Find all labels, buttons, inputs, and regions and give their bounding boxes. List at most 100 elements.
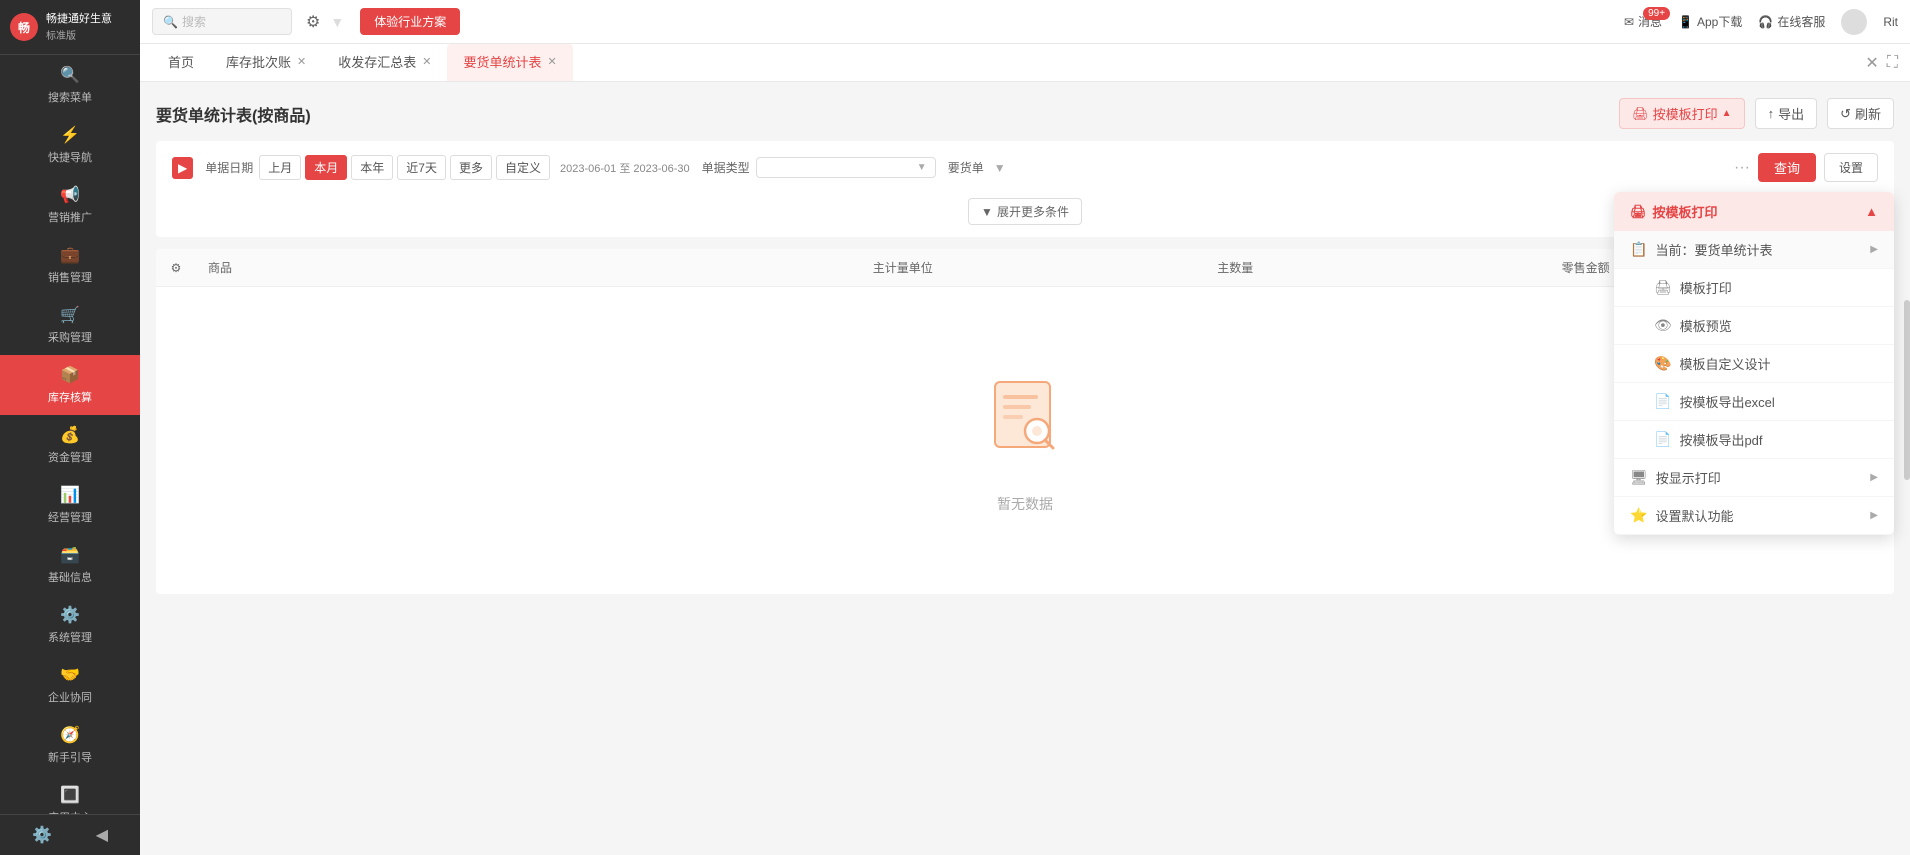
sidebar-item-search[interactable]: 🔍 搜索菜单: [0, 55, 140, 115]
sidebar-bottom: ⚙️ ◀: [0, 814, 140, 855]
sidebar-item-operations[interactable]: 📊 经营管理: [0, 475, 140, 535]
sidebar-nav: 🔍 搜索菜单 ⚡ 快捷导航 📢 营销推广 💼 销售管理 🛒 采购管理 📦 库存核…: [0, 55, 140, 814]
dropdown-item-template-pdf[interactable]: 📄 按模板导出pdf: [1614, 421, 1894, 459]
dropdown-header: 🖨 按模板打印 ▲: [1614, 192, 1894, 231]
sidebar-item-inventory[interactable]: 📦 库存核算: [0, 355, 140, 415]
service-button[interactable]: 🎧 在线客服: [1758, 13, 1825, 30]
sidebar-item-guide[interactable]: 🧭 新手引导: [0, 715, 140, 775]
item-label: 按模板导出pdf: [1679, 430, 1762, 449]
sidebar-item-system[interactable]: ⚙️ 系统管理: [0, 595, 140, 655]
sidebar-item-marketing[interactable]: 📢 营销推广: [0, 175, 140, 235]
eye-icon: 👁: [1654, 317, 1672, 334]
username-label: Rit: [1883, 15, 1898, 29]
message-button[interactable]: ✉ 消息 99+: [1624, 13, 1662, 30]
sidebar-item-purchase[interactable]: 🛒 采购管理: [0, 295, 140, 355]
date-filter: 单据日期 上月 本月 本年 近7天 更多 自定义 2023-06-01 至 20…: [205, 155, 689, 180]
col-settings[interactable]: ⚙: [156, 261, 196, 275]
date-range-text: 2023-06-01 至 2023-06-30: [560, 160, 690, 176]
app-label: App下载: [1697, 13, 1742, 30]
tab-close-receive-summary[interactable]: ✕: [422, 55, 431, 68]
sidebar-item-label: 快捷导航: [48, 149, 92, 165]
sidebar-item-finance[interactable]: 💰 资金管理: [0, 415, 140, 475]
design-icon: 🎨: [1654, 355, 1671, 372]
dropdown-collapse-icon[interactable]: ▲: [1865, 204, 1878, 219]
trial-button[interactable]: 体验行业方案: [360, 8, 460, 35]
item-label: 模板打印: [1680, 278, 1732, 297]
date-label: 单据日期: [205, 159, 253, 176]
tab-receive-summary[interactable]: 收发存汇总表 ✕: [322, 44, 447, 81]
sidebar-item-label: 经营管理: [48, 509, 92, 525]
app-download-button[interactable]: 📱 App下载: [1678, 13, 1742, 30]
sidebar-item-shortcut[interactable]: ⚡ 快捷导航: [0, 115, 140, 175]
date-btn-more[interactable]: 更多: [450, 155, 492, 180]
chevron-right-icon: ▶: [1870, 472, 1878, 483]
dropdown-item-display-print[interactable]: 🖥 按显示打印 ▶: [1614, 459, 1894, 497]
tab-order-stats[interactable]: 要货单统计表 ✕: [447, 44, 572, 81]
topbar-search[interactable]: 🔍 搜索: [152, 8, 292, 35]
sidebar-item-label: 销售管理: [48, 269, 92, 285]
sidebar-item-apps[interactable]: 🔳 应用中心: [0, 775, 140, 814]
date-btn-7days[interactable]: 近7天: [397, 155, 446, 180]
column-settings-icon[interactable]: ⚙: [171, 261, 182, 275]
empty-text: 暂无数据: [997, 494, 1053, 514]
message-badge: 99+: [1643, 7, 1670, 20]
sidebar-item-basic[interactable]: 🗃️ 基础信息: [0, 535, 140, 595]
filter-expand-arrow[interactable]: ▶: [172, 157, 193, 179]
apps-icon: 🔳: [60, 785, 80, 805]
date-btn-prev[interactable]: 上月: [259, 155, 301, 180]
refresh-label: 刷新: [1855, 104, 1881, 123]
date-btn-custom[interactable]: 自定义: [496, 155, 550, 180]
category-filter: 要货单 ▼: [948, 159, 1006, 176]
logo-sub: 标准版: [46, 27, 112, 42]
sidebar-item-collab[interactable]: 🤝 企业协同: [0, 655, 140, 715]
tab-close-all-icon[interactable]: ✕: [1865, 53, 1878, 73]
pdf-icon: 📄: [1654, 431, 1671, 448]
sidebar-item-label: 采购管理: [48, 329, 92, 345]
tab-bar: 首页 库存批次账 ✕ 收发存汇总表 ✕ 要货单统计表 ✕ ✕ ⛶: [140, 44, 1910, 82]
category-label: 要货单: [948, 159, 984, 176]
expand-more-button[interactable]: ▼ 展开更多条件: [968, 198, 1082, 225]
settings-button[interactable]: 设置: [1824, 153, 1878, 182]
dropdown-item-template-print[interactable]: 🖨 模板打印: [1614, 269, 1894, 307]
tab-inventory-batch[interactable]: 库存批次账 ✕: [210, 44, 322, 81]
type-label: 单据类型: [702, 159, 750, 176]
col-product: 商品: [196, 259, 861, 276]
dropdown-current[interactable]: 📋 当前：要货单统计表 ▶: [1614, 231, 1894, 269]
print-label: 按模板打印: [1653, 104, 1718, 123]
type-select[interactable]: ▼: [756, 157, 936, 178]
date-btn-year[interactable]: 本年: [351, 155, 393, 180]
print-button[interactable]: 🖨 按模板打印 ▲: [1619, 98, 1744, 129]
settings-bottom-icon[interactable]: ⚙️: [32, 825, 52, 845]
collapse-icon[interactable]: ◀: [96, 825, 108, 845]
star-icon: ⭐: [1630, 507, 1647, 524]
sidebar-item-label: 营销推广: [48, 209, 92, 225]
page-title: 要货单统计表(按商品): [156, 102, 311, 126]
date-btn-current[interactable]: 本月: [305, 155, 347, 180]
user-avatar[interactable]: [1841, 9, 1867, 35]
dropdown-item-template-design[interactable]: 🎨 模板自定义设计: [1614, 345, 1894, 383]
sidebar-item-sales[interactable]: 💼 销售管理: [0, 235, 140, 295]
scrollbar[interactable]: [1904, 300, 1910, 480]
system-icon: ⚙️: [60, 605, 80, 625]
purchase-icon: 🛒: [60, 305, 80, 325]
gear-icon[interactable]: ⚙: [306, 12, 320, 32]
refresh-button[interactable]: ↺ 刷新: [1827, 98, 1894, 129]
tab-close-inventory-batch[interactable]: ✕: [297, 55, 306, 68]
search-icon: 🔍: [60, 65, 80, 85]
dropdown-item-default-func[interactable]: ⭐ 设置默认功能 ▶: [1614, 497, 1894, 535]
query-button[interactable]: 查询: [1758, 153, 1816, 182]
tab-expand-icon[interactable]: ⛶: [1887, 54, 1898, 72]
more-options-icon[interactable]: ···: [1734, 159, 1750, 177]
tab-close-order-stats[interactable]: ✕: [548, 55, 557, 68]
logo-text: 畅捷通好生意: [46, 12, 112, 27]
export-button[interactable]: ↑ 导出: [1755, 98, 1818, 129]
dropdown-item-template-excel[interactable]: 📄 按模板导出excel: [1614, 383, 1894, 421]
tab-home[interactable]: 首页: [152, 44, 210, 81]
expand-label: 展开更多条件: [997, 203, 1069, 220]
message-icon: ✉: [1624, 15, 1634, 29]
col-product-label: 商品: [208, 261, 232, 275]
inventory-icon: 📦: [60, 365, 80, 385]
dropdown-item-template-preview[interactable]: 👁 模板预览: [1614, 307, 1894, 345]
col-amount-label: 零售金额: [1562, 261, 1610, 275]
sidebar-item-label: 基础信息: [48, 569, 92, 585]
